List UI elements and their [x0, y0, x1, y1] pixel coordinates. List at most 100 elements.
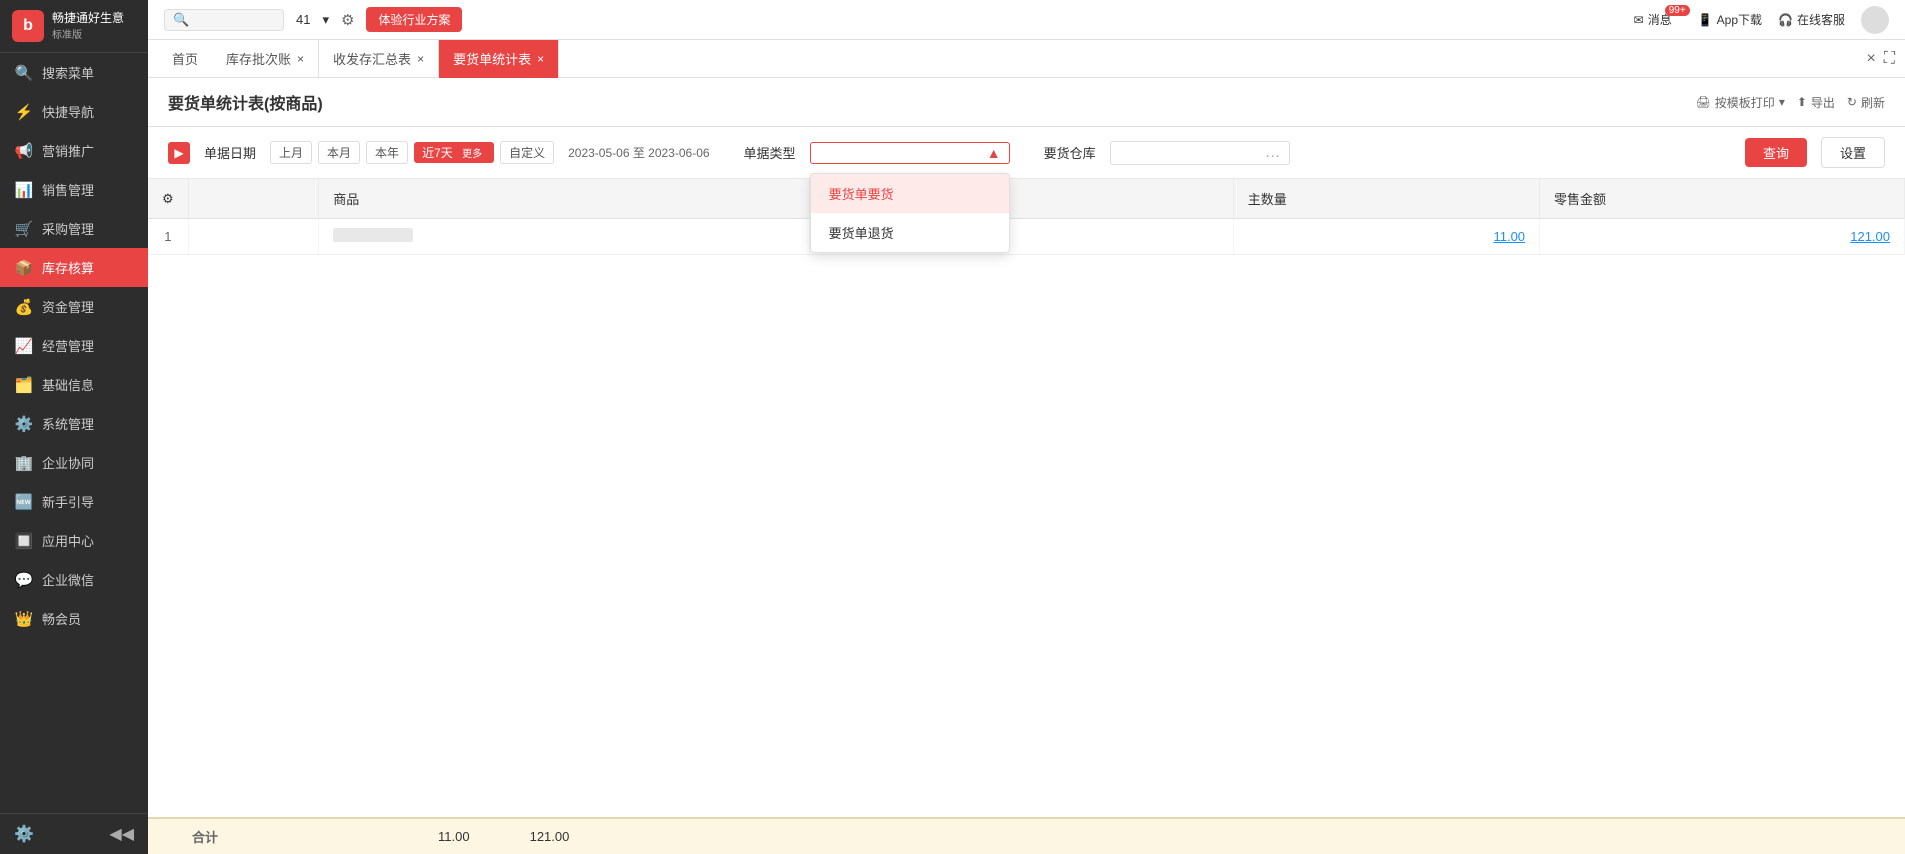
settings-icon[interactable]: ⚙️	[14, 824, 34, 844]
sidebar-item-finance[interactable]: 💰 资金管理	[0, 287, 148, 326]
sidebar-item-label: 采购管理	[42, 219, 94, 238]
app-label: App下载	[1717, 11, 1762, 28]
sidebar-nav: 🔍 搜索菜单 ⚡ 快捷导航 📢 营销推广 📊 销售管理 🛒 采购管理 📦 库存核…	[0, 53, 148, 813]
sidebar-item-inventory[interactable]: 📦 库存核算	[0, 248, 148, 287]
tab-close-icon[interactable]: ×	[297, 52, 304, 66]
sidebar-item-appstore[interactable]: 🔲 应用中心	[0, 521, 148, 560]
dropdown-chevron-icon: ▾	[322, 12, 329, 28]
dropdown-item-label: 要货单退货	[829, 226, 894, 241]
refresh-btn[interactable]: ↻ 刷新	[1847, 94, 1885, 111]
export-icon: ⬆	[1797, 95, 1807, 109]
close-icon[interactable]: ×	[1866, 50, 1875, 68]
service-label: 在线客服	[1797, 11, 1845, 28]
tab-receivable-summary[interactable]: 收发存汇总表 ×	[319, 40, 439, 78]
product-blurred	[333, 228, 413, 242]
type-input[interactable]	[819, 146, 983, 160]
query-btn[interactable]: 查询	[1745, 138, 1807, 167]
appstore-icon: 🔲	[14, 532, 34, 550]
sidebar-item-marketing[interactable]: 📢 营销推广	[0, 131, 148, 170]
print-template-btn[interactable]: 🖨 按模板打印 ▾	[1696, 94, 1785, 111]
app-name: 畅捷通好生意	[52, 11, 124, 27]
basic-icon: 🗂️	[14, 376, 34, 394]
sidebar-item-basic[interactable]: 🗂️ 基础信息	[0, 365, 148, 404]
td-amount[interactable]: 121.00	[1540, 219, 1905, 255]
sidebar-item-label: 资金管理	[42, 297, 94, 316]
main-area: 🔍 41 ▾ ⚙ 体验行业方案 ✉ 消息 99+ 📱 App下载 🎧 在线客服	[148, 0, 1905, 854]
collapse-icon[interactable]: ◀◀	[109, 824, 134, 844]
type-input-box[interactable]: ▲ 要货单要货 要货单退货	[810, 142, 1010, 164]
topbar-dropdown[interactable]: ▾	[322, 12, 329, 28]
filter-7days-label: 近7天	[422, 146, 453, 160]
avatar[interactable]	[1861, 6, 1889, 34]
dropdown-item-order-goods[interactable]: 要货单要货	[811, 174, 1009, 213]
td-qty[interactable]: 11.00	[1233, 219, 1539, 255]
th-gear[interactable]: ⚙	[148, 179, 188, 219]
tab-order-summary[interactable]: 要货单统计表 ×	[439, 40, 559, 78]
export-btn[interactable]: ⬆ 导出	[1797, 94, 1835, 111]
sidebar-item-purchase[interactable]: 🛒 采购管理	[0, 209, 148, 248]
td-index: 1	[148, 219, 188, 255]
topbar-number: 41	[296, 12, 310, 27]
settings-btn[interactable]: 设置	[1821, 137, 1885, 168]
filter-7days-btn[interactable]: 近7天 更多	[414, 142, 494, 163]
sidebar-item-search[interactable]: 🔍 搜索菜单	[0, 53, 148, 92]
table-header-row: ⚙ 商品 主计量单位 主数量 零售金额	[148, 179, 1905, 219]
system-icon: ⚙️	[14, 415, 34, 433]
filter-cur-year-btn[interactable]: 本年	[366, 141, 408, 164]
filter-prev-month-btn[interactable]: 上月	[270, 141, 312, 164]
td-product	[319, 219, 810, 255]
th-index	[188, 179, 319, 219]
marketing-icon: 📢	[14, 142, 34, 160]
sidebar-item-guide[interactable]: 🆕 新手引导	[0, 482, 148, 521]
warehouse-input[interactable]	[1119, 146, 1261, 160]
app-download-btn[interactable]: 📱 App下载	[1698, 11, 1762, 28]
more-options-icon[interactable]: …	[1265, 144, 1281, 162]
th-amount: 零售金额	[1540, 179, 1905, 219]
service-btn[interactable]: 🎧 在线客服	[1778, 11, 1845, 28]
filter-expand-btn[interactable]: ▶	[168, 142, 190, 164]
chevron-down-icon: ▾	[1779, 95, 1785, 109]
topbar: 🔍 41 ▾ ⚙ 体验行业方案 ✉ 消息 99+ 📱 App下载 🎧 在线客服	[148, 0, 1905, 40]
page-header: 要货单统计表(按商品) 🖨 按模板打印 ▾ ⬆ 导出 ↻ 刷新	[148, 78, 1905, 127]
sidebar-item-member[interactable]: 👑 畅会员	[0, 599, 148, 638]
dropdown-item-order-return[interactable]: 要货单退货	[811, 213, 1009, 252]
tab-home[interactable]: 首页	[158, 49, 212, 68]
tab-inventory-batch[interactable]: 库存批次账 ×	[212, 40, 319, 78]
sidebar-item-label: 搜索菜单	[42, 63, 94, 82]
message-btn[interactable]: ✉ 消息 99+	[1634, 11, 1682, 28]
sidebar: b 畅捷通好生意 标准版 🔍 搜索菜单 ⚡ 快捷导航 📢 营销推广 📊 销售管理…	[0, 0, 148, 854]
tabs-right: × ⛶	[1866, 50, 1895, 68]
chevron-up-icon[interactable]: ▲	[987, 145, 1001, 161]
table-footer: 合计 11.00 121.00	[148, 817, 1905, 854]
sidebar-item-quicknav[interactable]: ⚡ 快捷导航	[0, 92, 148, 131]
filter-date-range: 2023-05-06 至 2023-06-06	[568, 144, 709, 161]
th-qty: 主数量	[1233, 179, 1539, 219]
fullscreen-icon[interactable]: ⛶	[1884, 50, 1895, 68]
tab-close-icon[interactable]: ×	[417, 52, 424, 66]
purchase-icon: 🛒	[14, 220, 34, 238]
topbar-gear-icon[interactable]: ⚙	[341, 11, 354, 29]
sidebar-item-system[interactable]: ⚙️ 系统管理	[0, 404, 148, 443]
tab-close-icon[interactable]: ×	[537, 52, 544, 66]
phone-icon: 📱	[1698, 13, 1713, 27]
sidebar-item-label: 库存核算	[42, 258, 94, 277]
sidebar-item-wechat[interactable]: 💬 企业微信	[0, 560, 148, 599]
logo-icon: b	[12, 10, 44, 42]
search-input[interactable]	[193, 13, 273, 27]
date-filter-btns: 上月 本月 本年 近7天 更多 自定义	[270, 141, 554, 164]
filter-cur-month-btn[interactable]: 本月	[318, 141, 360, 164]
sidebar-item-label: 销售管理	[42, 180, 94, 199]
sidebar-item-sales[interactable]: 📊 销售管理	[0, 170, 148, 209]
refresh-label: 刷新	[1861, 94, 1885, 111]
filter-custom-btn[interactable]: 自定义	[500, 141, 554, 164]
warehouse-input-box[interactable]: …	[1110, 141, 1290, 165]
finance-icon: 💰	[14, 298, 34, 316]
sidebar-item-operation[interactable]: 📈 经营管理	[0, 326, 148, 365]
type-label: 单据类型	[744, 143, 796, 162]
enterprise-icon: 🏢	[14, 454, 34, 472]
sidebar-item-enterprise[interactable]: 🏢 企业协同	[0, 443, 148, 482]
page-actions: 🖨 按模板打印 ▾ ⬆ 导出 ↻ 刷新	[1696, 94, 1885, 111]
topbar-search-box[interactable]: 🔍	[164, 9, 284, 31]
industry-btn[interactable]: 体验行业方案	[366, 7, 462, 32]
sidebar-item-label: 应用中心	[42, 531, 94, 550]
